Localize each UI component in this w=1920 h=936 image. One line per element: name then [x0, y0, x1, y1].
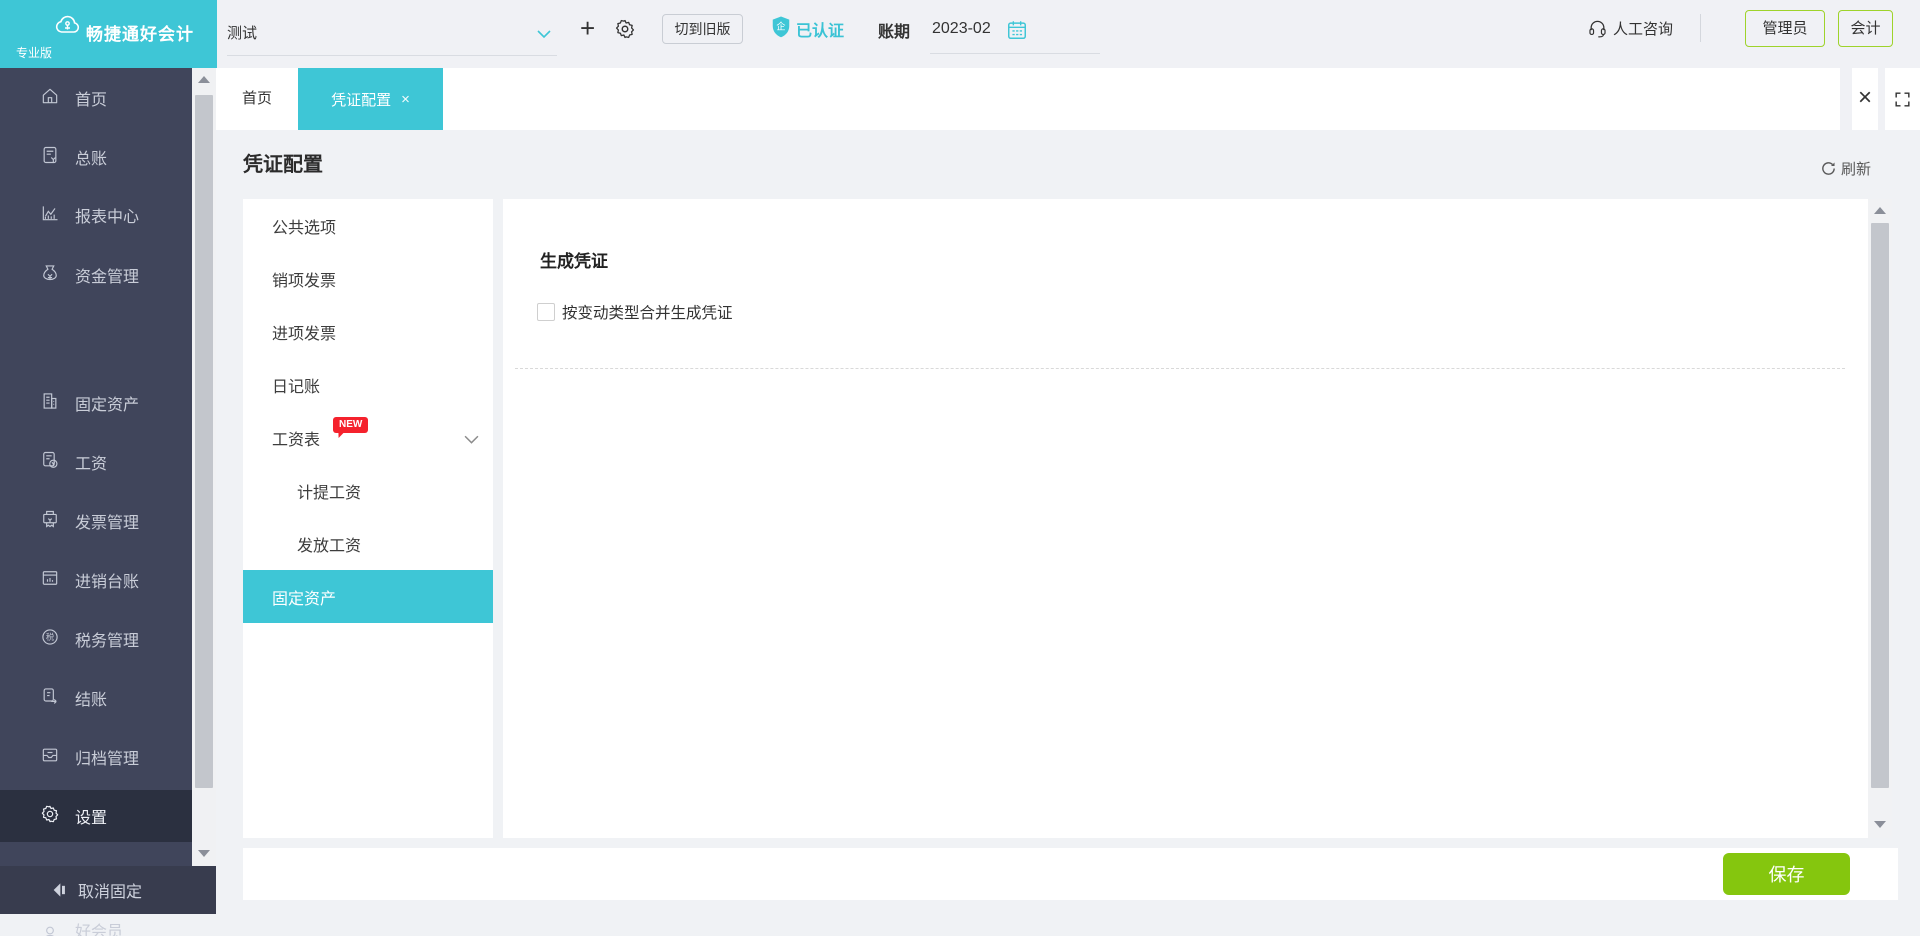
content-scrollbar-track: [1868, 199, 1892, 838]
cloud-logo-icon: [54, 13, 82, 44]
live-support-button[interactable]: 人工咨询: [1588, 18, 1673, 39]
submenu-item-common-options[interactable]: 公共选项: [243, 199, 493, 252]
submenu-item-purchase-invoice[interactable]: 进项发票: [243, 305, 493, 358]
period-label: 账期: [878, 24, 911, 41]
role-accountant-button[interactable]: 会计: [1838, 10, 1893, 47]
period-date-picker[interactable]: 2023-02: [930, 14, 1100, 54]
content-scroll-down-arrow[interactable]: [1874, 821, 1886, 828]
voucher-config-content-panel: 生成凭证 按变动类型合并生成凭证: [503, 199, 1868, 838]
add-account-set-icon[interactable]: +: [580, 13, 595, 44]
unpin-label: 取消固定: [78, 884, 143, 901]
sidebar-item-funds[interactable]: 资金管理: [0, 253, 192, 297]
app-window: 畅捷通好会计 专业版 测试 + 切到旧版 企 已认证 账期 2023-02 人工…: [0, 0, 1920, 936]
brand-title: 畅捷通好会计: [86, 25, 194, 44]
sidebar-scrollbar-thumb[interactable]: [195, 95, 213, 788]
submenu-item-salary-sheet[interactable]: 工资表 NEW: [243, 411, 493, 464]
submenu-item-pay-salary[interactable]: 发放工资: [243, 517, 493, 570]
collapse-left-icon: [53, 883, 65, 897]
certified-label: 已认证: [796, 23, 845, 40]
salary-icon: [40, 450, 60, 475]
switch-to-old-version-button[interactable]: 切到旧版: [662, 14, 743, 44]
brand-edition: 专业版: [16, 46, 53, 60]
merge-by-change-type-label[interactable]: 按变动类型合并生成凭证: [562, 301, 733, 323]
tab-voucher-config-label: 凭证配置: [331, 91, 392, 109]
sidebar-item-purchase-sales[interactable]: 进销台账: [0, 558, 192, 602]
brand-logo-block[interactable]: 畅捷通好会计 专业版: [0, 0, 217, 68]
sidebar-item-invoice[interactable]: 发票管理: [0, 499, 192, 543]
chevron-down-icon: [537, 26, 551, 44]
archive-icon: [40, 745, 60, 770]
submenu-item-fixed-assets[interactable]: 固定资产: [243, 570, 493, 623]
funds-icon: [40, 263, 60, 288]
merge-option-row[interactable]: 按变动类型合并生成凭证: [537, 301, 733, 323]
refresh-label: 刷新: [1841, 161, 1872, 178]
period-label-wrap: 账期: [878, 18, 910, 42]
config-submenu-panel: 公共选项 销项发票 进项发票 日记账 工资表 NEW 计提工资 发放工资 固定资…: [243, 199, 493, 838]
bottom-action-bar: 保存: [243, 848, 1898, 900]
save-button[interactable]: 保存: [1723, 853, 1850, 895]
purchase-sales-icon: [40, 568, 60, 593]
sidebar-scrollbar-track: [192, 68, 216, 866]
home-icon: [40, 86, 60, 111]
fixed-assets-icon: [40, 391, 60, 416]
settings-icon: [40, 804, 60, 829]
sidebar-scroll-down-arrow[interactable]: [198, 850, 210, 857]
unpin-sidebar-button[interactable]: 取消固定: [0, 866, 216, 914]
submenu-item-journal[interactable]: 日记账: [243, 358, 493, 411]
svg-text:税: 税: [46, 631, 55, 641]
sidebar-item-settings[interactable]: 设置: [0, 790, 192, 842]
sidebar-item-report-center[interactable]: 报表中心: [0, 193, 192, 237]
tax-icon: 税: [40, 627, 60, 652]
headset-icon: [1589, 20, 1606, 38]
main-sidebar: 首页 总账 报表中心 资金管理 固定资产 工资 发票管理 进销台账 税 税务管理…: [0, 68, 192, 936]
refresh-button[interactable]: 刷新: [1820, 158, 1871, 179]
merge-by-change-type-checkbox[interactable]: [537, 303, 555, 321]
topbar-divider: [1700, 14, 1701, 42]
sidebar-item-general-ledger[interactable]: 总账: [0, 135, 192, 179]
tab-close-icon[interactable]: ×: [401, 91, 410, 108]
page-title: 凭证配置: [243, 154, 323, 176]
section-title: 生成凭证: [540, 252, 608, 271]
top-header-bar: 畅捷通好会计 专业版 测试 + 切到旧版 企 已认证 账期 2023-02 人工…: [0, 0, 1920, 68]
report-center-icon: [40, 203, 60, 228]
certified-shield-icon: 企: [770, 15, 792, 44]
submenu-item-sales-invoice[interactable]: 销项发票: [243, 252, 493, 305]
tab-home[interactable]: 首页: [216, 68, 298, 130]
invoice-icon: [40, 509, 60, 534]
close-page-icon[interactable]: ×: [1852, 68, 1878, 130]
live-support-label: 人工咨询: [1613, 21, 1674, 38]
submenu-item-accrue-salary[interactable]: 计提工资: [243, 464, 493, 517]
sidebar-item-fixed-assets[interactable]: 固定资产: [0, 381, 192, 425]
new-badge: NEW: [333, 417, 369, 433]
sidebar-scroll-up-arrow[interactable]: [198, 76, 210, 83]
account-set-selector[interactable]: 测试: [227, 14, 557, 56]
content-scroll-up-arrow[interactable]: [1874, 207, 1886, 214]
tab-bar: 首页 凭证配置 × ×: [216, 68, 1920, 130]
settings-gear-icon[interactable]: [614, 18, 636, 45]
tabbar-gap2: [1878, 68, 1885, 130]
account-set-name: 测试: [227, 25, 258, 42]
submenu-item-salary-sheet-label: 工资表: [272, 431, 321, 449]
general-ledger-icon: [40, 145, 60, 170]
svg-text:企: 企: [776, 20, 785, 31]
calendar-icon: [1006, 19, 1028, 46]
period-value: 2023-02: [932, 20, 991, 37]
role-admin-button[interactable]: 管理员: [1745, 10, 1825, 47]
certified-badge[interactable]: 企 已认证: [770, 15, 845, 44]
content-scrollbar-thumb[interactable]: [1871, 223, 1889, 788]
fullscreen-expand-icon[interactable]: [1885, 68, 1920, 130]
closing-icon: [40, 686, 60, 711]
sidebar-item-tax[interactable]: 税 税务管理: [0, 617, 192, 661]
sidebar-item-salary[interactable]: 工资: [0, 440, 192, 484]
sidebar-item-archive[interactable]: 归档管理: [0, 735, 192, 779]
chevron-down-icon[interactable]: [464, 432, 479, 450]
tabbar-gap: [1840, 68, 1852, 130]
sidebar-item-home[interactable]: 首页: [0, 76, 192, 120]
tab-voucher-config[interactable]: 凭证配置 ×: [298, 68, 443, 130]
dashed-separator: [515, 368, 1845, 369]
sidebar-item-closing[interactable]: 结账: [0, 676, 192, 720]
refresh-icon: [1822, 162, 1835, 175]
